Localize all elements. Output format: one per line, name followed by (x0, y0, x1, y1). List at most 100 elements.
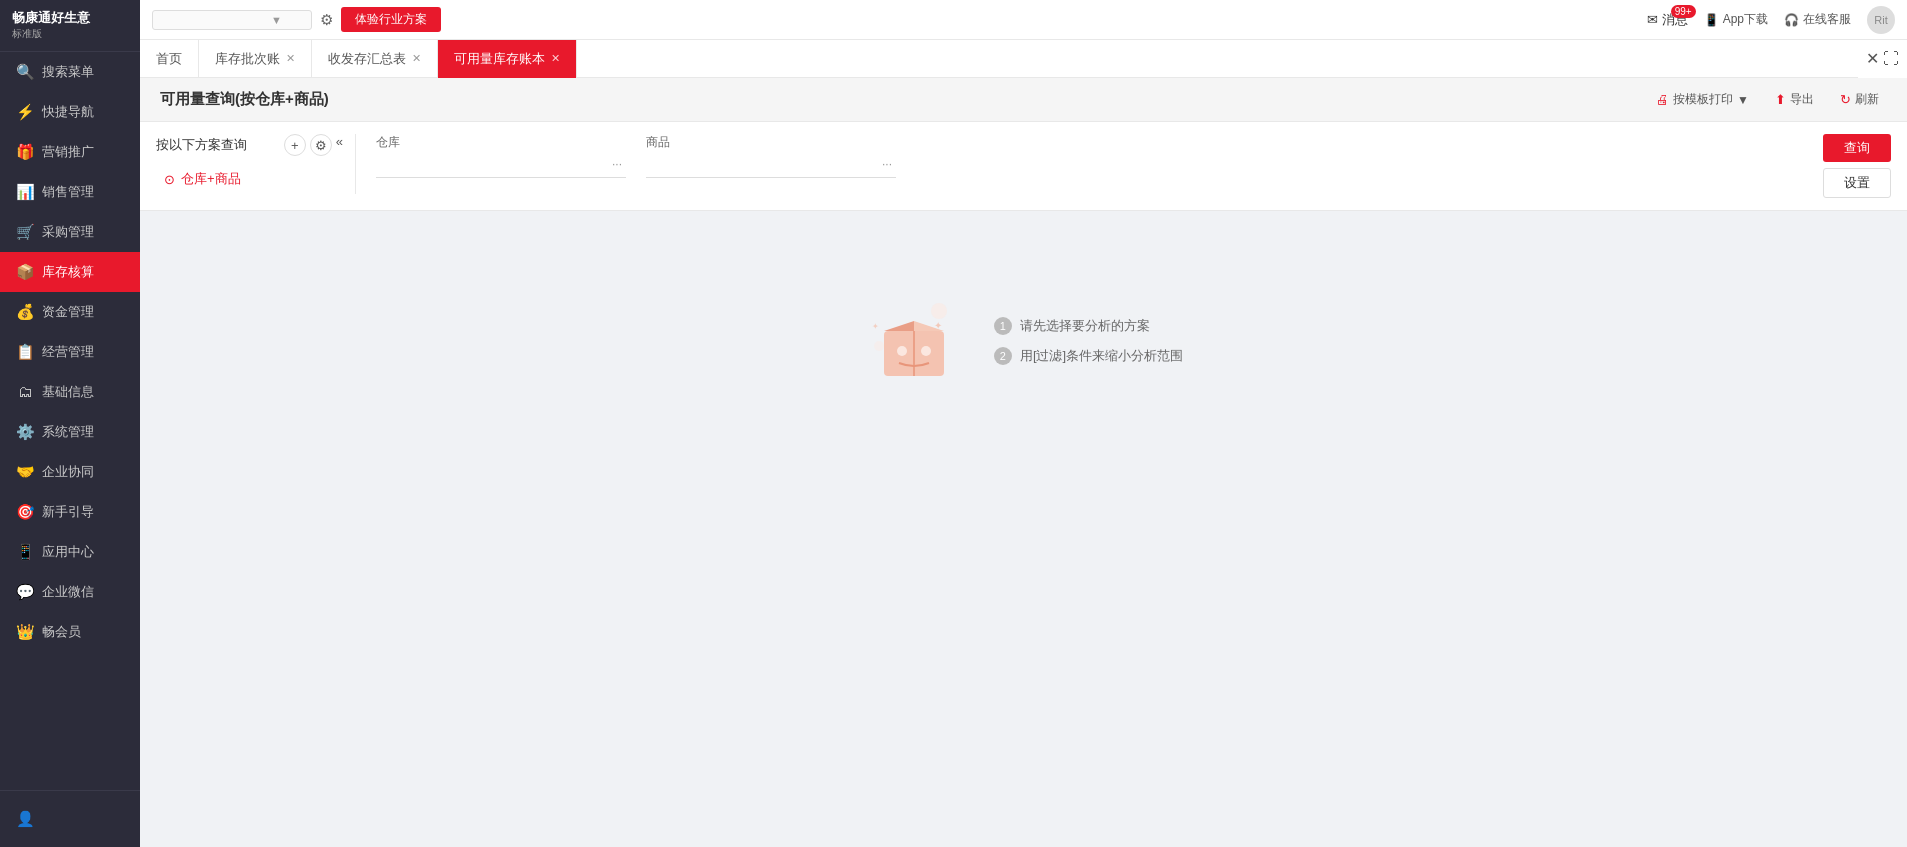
filter-scheme-icons: + ⚙ « (284, 134, 343, 156)
sidebar-scroll: 🔍 搜索菜单 ⚡ 快捷导航 🎁 营销推广 📊 销售管理 🛒 采购管理 📦 库存核… (0, 52, 140, 790)
sidebar-item-app-center[interactable]: 📱 应用中心 (0, 532, 140, 572)
tab-batch-ledger-close[interactable]: ✕ (286, 52, 295, 65)
operations-icon: 📋 (16, 343, 34, 361)
filter-product-input-row: ··· (646, 155, 896, 178)
tab-receipt-summary-close[interactable]: ✕ (412, 52, 421, 65)
filter-product-input[interactable] (646, 157, 878, 172)
topbar-app-download[interactable]: 📱 App下载 (1704, 11, 1768, 28)
export-btn[interactable]: ⬆ 导出 (1767, 88, 1822, 111)
sidebar-item-label-guide: 新手引导 (42, 503, 94, 521)
sidebar-item-cooperation[interactable]: 🤝 企业协同 (0, 452, 140, 492)
sidebar-item-basic[interactable]: 🗂 基础信息 (0, 372, 140, 412)
topbar-dropdown-icon: ▼ (271, 14, 282, 26)
refresh-btn[interactable]: ↻ 刷新 (1832, 88, 1887, 111)
sidebar-item-system[interactable]: ⚙️ 系统管理 (0, 412, 140, 452)
filter-field-warehouse: 仓库 ··· (376, 134, 626, 178)
query-btn[interactable]: 查询 (1823, 134, 1891, 162)
print-btn[interactable]: 🖨 按模板打印 ▼ (1648, 88, 1757, 111)
message-icon: ✉ (1647, 12, 1658, 27)
sidebar-item-label-system: 系统管理 (42, 423, 94, 441)
sidebar-item-bottom[interactable]: 👤 (0, 799, 140, 839)
app-center-icon: 📱 (16, 543, 34, 561)
svg-point-7 (874, 341, 884, 351)
tab-home[interactable]: 首页 (140, 40, 199, 78)
sidebar-item-finance[interactable]: 💰 资金管理 (0, 292, 140, 332)
filter-product-label: 商品 (646, 134, 896, 151)
filter-product-more-btn[interactable]: ··· (878, 155, 896, 173)
sidebar-item-sales[interactable]: 📊 销售管理 (0, 172, 140, 212)
sales-icon: 📊 (16, 183, 34, 201)
tabbar-expand-icon[interactable]: ⛶ (1883, 50, 1899, 68)
sidebar-item-operations[interactable]: 📋 经营管理 (0, 332, 140, 372)
svg-text:✦: ✦ (934, 320, 942, 331)
sidebar-item-search[interactable]: 🔍 搜索菜单 (0, 52, 140, 92)
scheme-add-btn[interactable]: + (284, 134, 306, 156)
sidebar-item-label-quick-nav: 快捷导航 (42, 103, 94, 121)
tabbar-close-icon[interactable]: ✕ (1866, 49, 1879, 68)
topbar-msg-btn[interactable]: ✉ 消息 99+ (1647, 11, 1688, 29)
tip-num-1: 1 (994, 317, 1012, 335)
tab-available-qty-label: 可用量库存账本 (454, 50, 545, 68)
sidebar-item-quick-nav[interactable]: ⚡ 快捷导航 (0, 92, 140, 132)
empty-state-content: ✦ ✦ 1 请先选择要分析的方案 2 用[过滤]条件来缩小分析范围 (864, 291, 1183, 391)
query-actions: 查询 设置 (1807, 134, 1891, 198)
scheme-item-label: 仓库+商品 (181, 170, 241, 188)
finance-icon: 💰 (16, 303, 34, 321)
tab-receipt-summary[interactable]: 收发存汇总表 ✕ (312, 40, 438, 78)
main-area: ▼ ⚙ 体验行业方案 ✉ 消息 99+ 📱 App下载 🎧 在线客服 Rit (140, 0, 1907, 847)
svg-point-5 (921, 346, 931, 356)
sidebar-item-label-app-center: 应用中心 (42, 543, 94, 561)
tab-batch-ledger-label: 库存批次账 (215, 50, 280, 68)
empty-illustration: ✦ ✦ (864, 291, 964, 391)
sidebar-item-inventory[interactable]: 📦 库存核算 (0, 252, 140, 292)
empty-tip-1: 1 请先选择要分析的方案 (994, 317, 1183, 335)
sidebar-item-marketing[interactable]: 🎁 营销推广 (0, 132, 140, 172)
tab-batch-ledger[interactable]: 库存批次账 ✕ (199, 40, 312, 78)
sidebar-item-label-sales: 销售管理 (42, 183, 94, 201)
phone-icon: 📱 (1704, 13, 1719, 27)
tabbar-right-buttons: ✕ ⛶ (1858, 40, 1907, 78)
filter-settings-btn[interactable]: 设置 (1823, 168, 1891, 198)
sidebar-logo: 畅康通好生意 标准版 (0, 0, 140, 52)
scheme-item-warehouse-product[interactable]: ⊙ 仓库+商品 (156, 164, 343, 194)
empty-tip-2: 2 用[过滤]条件来缩小分析范围 (994, 347, 1183, 365)
svg-marker-1 (884, 321, 914, 331)
page-header-actions: 🖨 按模板打印 ▼ ⬆ 导出 ↻ 刷新 (1648, 88, 1887, 111)
topbar-search-input[interactable] (161, 13, 271, 27)
cooperation-icon: 🤝 (16, 463, 34, 481)
topbar-online-service[interactable]: 🎧 在线客服 (1784, 11, 1851, 28)
sidebar-logo-sub: 标准版 (12, 27, 128, 41)
empty-tips: 1 请先选择要分析的方案 2 用[过滤]条件来缩小分析范围 (994, 317, 1183, 365)
sidebar-item-label-marketing: 营销推广 (42, 143, 94, 161)
page-title: 可用量查询(按仓库+商品) (160, 90, 329, 109)
topbar-gear-icon[interactable]: ⚙ (320, 11, 333, 29)
user-avatar[interactable]: Rit (1867, 6, 1895, 34)
sidebar-item-member[interactable]: 👑 畅会员 (0, 612, 140, 652)
filter-scheme-panel: 按以下方案查询 + ⚙ « ⊙ 仓库+商品 (156, 134, 356, 194)
scheme-collapse-btn[interactable]: « (336, 134, 343, 156)
sidebar-item-purchase[interactable]: 🛒 采购管理 (0, 212, 140, 252)
tab-available-qty[interactable]: 可用量库存账本 ✕ (438, 40, 577, 78)
marketing-icon: 🎁 (16, 143, 34, 161)
tab-available-qty-close[interactable]: ✕ (551, 52, 560, 65)
scheme-settings-btn[interactable]: ⚙ (310, 134, 332, 156)
experience-btn[interactable]: 体验行业方案 (341, 7, 441, 32)
tip-text-2: 用[过滤]条件来缩小分析范围 (1020, 347, 1183, 365)
sidebar-item-wechat[interactable]: 💬 企业微信 (0, 572, 140, 612)
sidebar-item-guide[interactable]: 🎯 新手引导 (0, 492, 140, 532)
sidebar-item-label-wechat: 企业微信 (42, 583, 94, 601)
topbar-search-box[interactable]: ▼ (152, 10, 312, 30)
empty-state: ✦ ✦ 1 请先选择要分析的方案 2 用[过滤]条件来缩小分析范围 (140, 211, 1907, 471)
wechat-icon: 💬 (16, 583, 34, 601)
scheme-item-icon: ⊙ (164, 172, 175, 187)
filter-warehouse-input[interactable] (376, 157, 608, 172)
topbar-right: ✉ 消息 99+ 📱 App下载 🎧 在线客服 Rit (1647, 6, 1895, 34)
print-dropdown-icon: ▼ (1737, 93, 1749, 107)
tabbar: 首页 库存批次账 ✕ 收发存汇总表 ✕ 可用量库存账本 ✕ ✕ ⛶ (140, 40, 1907, 78)
filter-fields: 仓库 ··· 商品 ··· (356, 134, 1807, 178)
sidebar: 畅康通好生意 标准版 🔍 搜索菜单 ⚡ 快捷导航 🎁 营销推广 📊 销售管理 🛒… (0, 0, 140, 847)
filter-warehouse-more-btn[interactable]: ··· (608, 155, 626, 173)
basic-icon: 🗂 (16, 383, 34, 400)
sidebar-item-label-operations: 经营管理 (42, 343, 94, 361)
svg-text:✦: ✦ (872, 322, 879, 331)
